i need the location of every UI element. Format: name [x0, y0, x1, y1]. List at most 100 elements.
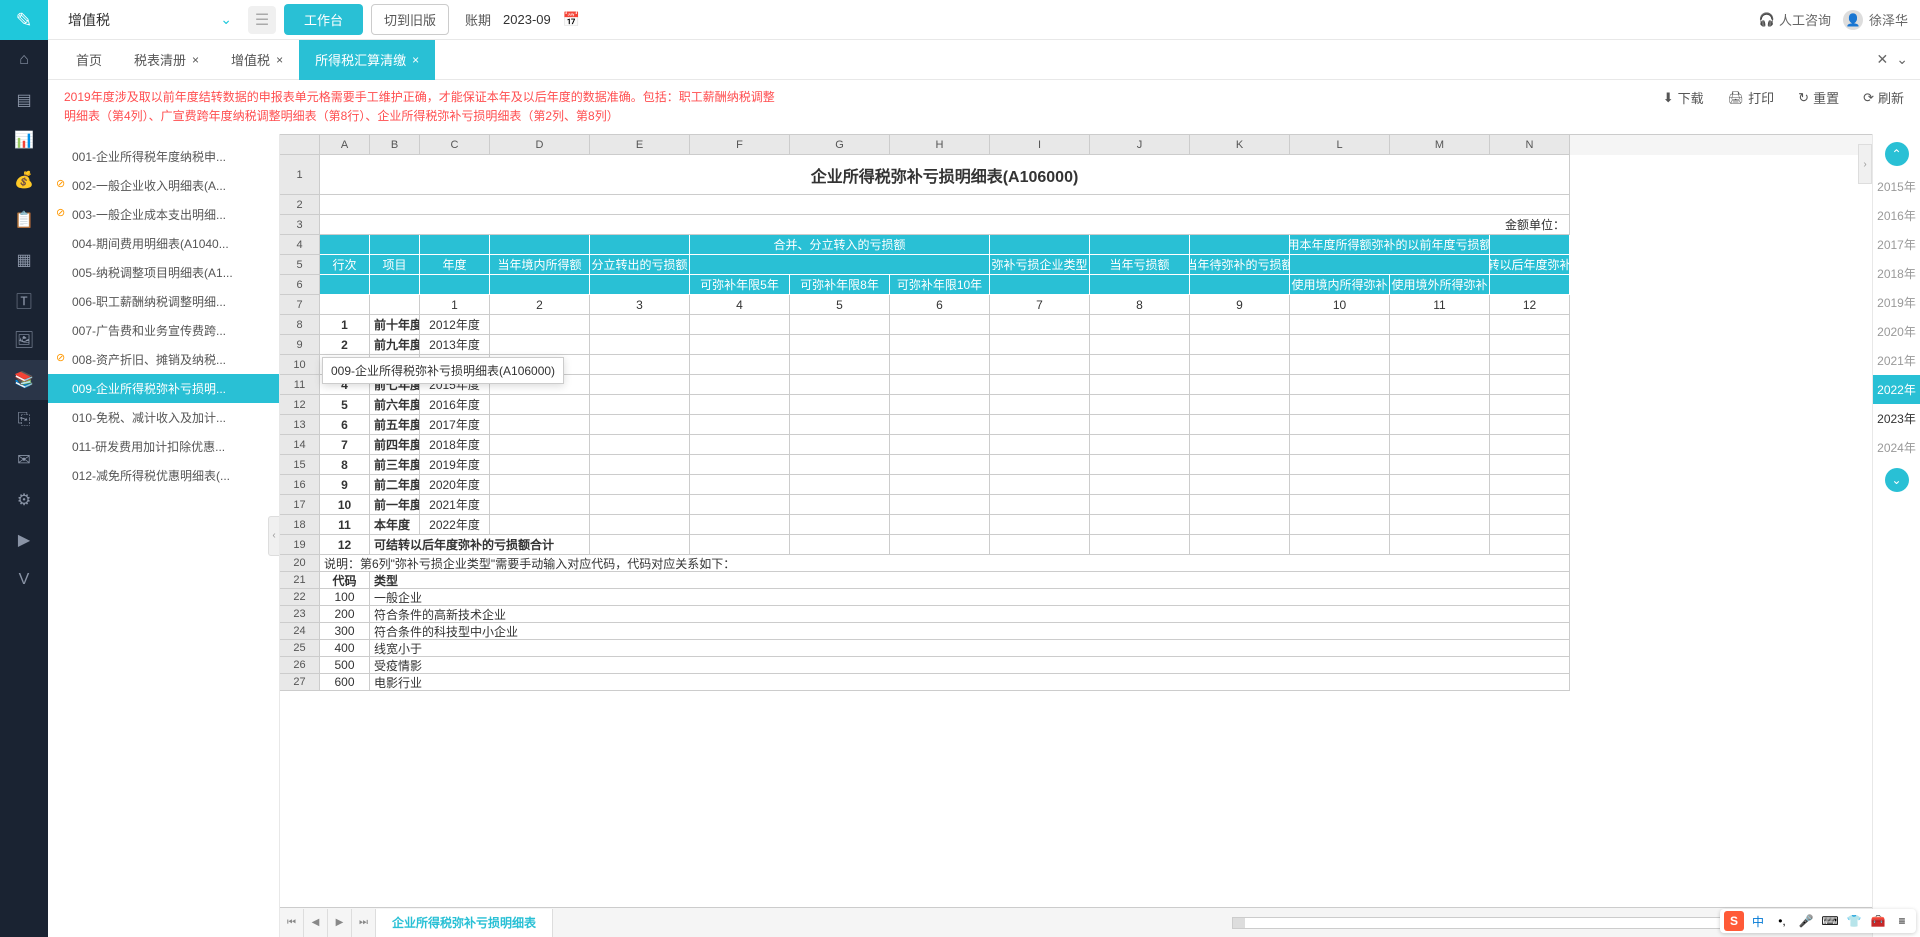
row-header-18[interactable]: 18	[280, 515, 320, 535]
form-item-5[interactable]: 006-职工薪酬纳税调整明细...	[48, 287, 279, 316]
refresh-button[interactable]: ⟳刷新	[1863, 88, 1904, 107]
sheet-nav-first[interactable]: ⏮	[280, 909, 304, 937]
tab-close-icon[interactable]: ×	[412, 53, 419, 67]
form-item-1[interactable]: 002-一般企业收入明细表(A...	[48, 171, 279, 200]
unit-label[interactable]: 金额单位：	[320, 215, 1570, 235]
ime-mic-icon[interactable]: 🎤	[1796, 911, 1816, 931]
tab-close-icon[interactable]: ×	[276, 53, 283, 67]
col-header-K[interactable]: K	[1190, 135, 1290, 155]
row-header-19[interactable]: 19	[280, 535, 320, 555]
form-item-6[interactable]: 007-广告费和业务宣传费跨...	[48, 316, 279, 345]
nav-settings-icon[interactable]: ⚙	[0, 480, 48, 520]
row-header-12[interactable]: 12	[280, 395, 320, 415]
nav-home-icon[interactable]: ⌂	[0, 40, 48, 80]
switch-old-button[interactable]: 切到旧版	[371, 4, 449, 35]
nav-money-icon[interactable]: 💰	[0, 160, 48, 200]
download-button[interactable]: ⬇下载	[1663, 88, 1704, 107]
year-2022年[interactable]: 2022年	[1873, 375, 1920, 404]
form-item-9[interactable]: 010-免税、减计收入及加计...	[48, 403, 279, 432]
col-header-M[interactable]: M	[1390, 135, 1490, 155]
nav-doc-icon[interactable]: ▤	[0, 80, 48, 120]
row-header-21[interactable]: 21	[280, 572, 320, 589]
ime-s-icon[interactable]: S	[1724, 911, 1744, 931]
row-header-3[interactable]: 3	[280, 215, 320, 235]
row-header-23[interactable]: 23	[280, 606, 320, 623]
tab-1[interactable]: 税表清册×	[118, 40, 215, 80]
row-header-4[interactable]: 4	[280, 235, 320, 255]
ime-menu-icon[interactable]: ≡	[1892, 911, 1912, 931]
row-header-9[interactable]: 9	[280, 335, 320, 355]
ime-toolbox-icon[interactable]: 🧰	[1868, 911, 1888, 931]
col-header-B[interactable]: B	[370, 135, 420, 155]
year-scroll-down[interactable]: ⌄	[1885, 468, 1909, 492]
app-logo[interactable]: ✎	[0, 0, 48, 40]
row-header-25[interactable]: 25	[280, 640, 320, 657]
nav-image-icon[interactable]: 🖼	[0, 320, 48, 360]
col-header-E[interactable]: E	[590, 135, 690, 155]
ime-toolbar[interactable]: S 中 •, 🎤 ⌨ 👕 🧰 ≡	[1720, 909, 1916, 933]
form-item-8[interactable]: 009-企业所得税弥补亏损明...	[48, 374, 279, 403]
calendar-icon[interactable]: 📅	[563, 11, 580, 28]
year-2017年[interactable]: 2017年	[1873, 230, 1920, 259]
col-header-I[interactable]: I	[990, 135, 1090, 155]
tax-type-dropdown[interactable]: 增值税 ⌄	[60, 10, 240, 30]
support-link[interactable]: 🎧 人工咨询	[1759, 10, 1831, 29]
ime-skin-icon[interactable]: 👕	[1844, 911, 1864, 931]
collapse-sidebar-handle[interactable]: ‹	[268, 516, 280, 556]
year-2016年[interactable]: 2016年	[1873, 201, 1920, 230]
year-2018年[interactable]: 2018年	[1873, 259, 1920, 288]
col-header-N[interactable]: N	[1490, 135, 1570, 155]
form-item-0[interactable]: 001-企业所得税年度纳税申...	[48, 142, 279, 171]
year-2020年[interactable]: 2020年	[1873, 317, 1920, 346]
nav-form-icon[interactable]: 🅃	[0, 280, 48, 320]
user-menu[interactable]: 👤 徐泽华	[1843, 10, 1908, 30]
workspace-button[interactable]: 工作台	[284, 4, 363, 35]
row-header-7[interactable]: 7	[280, 295, 320, 315]
col-header-F[interactable]: F	[690, 135, 790, 155]
nav-chart-icon[interactable]: 📊	[0, 120, 48, 160]
ime-lang[interactable]: 中	[1748, 911, 1768, 931]
form-item-3[interactable]: 004-期间费用明细表(A1040...	[48, 229, 279, 258]
row-header-17[interactable]: 17	[280, 495, 320, 515]
row-header-26[interactable]: 26	[280, 657, 320, 674]
form-item-11[interactable]: 012-减免所得税优惠明细表(...	[48, 461, 279, 490]
ime-keyboard-icon[interactable]: ⌨	[1820, 911, 1840, 931]
nav-v-icon[interactable]: V	[0, 560, 48, 600]
tab-close-icon[interactable]: ×	[192, 53, 199, 67]
tab-0[interactable]: 首页	[60, 40, 118, 80]
row-header-10[interactable]: 10	[280, 355, 320, 375]
col-header-H[interactable]: H	[890, 135, 990, 155]
year-2024年[interactable]: 2024年	[1873, 433, 1920, 462]
nav-mail-icon[interactable]: ✉	[0, 440, 48, 480]
col-header-J[interactable]: J	[1090, 135, 1190, 155]
row-header-24[interactable]: 24	[280, 623, 320, 640]
sheet-nav-last[interactable]: ⏭	[352, 909, 376, 937]
nav-clipboard-icon[interactable]: 📋	[0, 200, 48, 240]
form-item-2[interactable]: 003-一般企业成本支出明细...	[48, 200, 279, 229]
col-header-A[interactable]: A	[320, 135, 370, 155]
expand-right-handle[interactable]: ›	[1858, 144, 1872, 184]
col-header-D[interactable]: D	[490, 135, 590, 155]
form-item-7[interactable]: 008-资产折旧、摊销及纳税...	[48, 345, 279, 374]
row-header-22[interactable]: 22	[280, 589, 320, 606]
tab-2[interactable]: 增值税×	[215, 40, 299, 80]
row-header-5[interactable]: 5	[280, 255, 320, 275]
row-header-16[interactable]: 16	[280, 475, 320, 495]
sheet-nav-prev[interactable]: ◀	[304, 909, 328, 937]
row-header-6[interactable]: 6	[280, 275, 320, 295]
col-header-G[interactable]: G	[790, 135, 890, 155]
tabs-menu-icon[interactable]: ⌄	[1896, 51, 1908, 68]
year-scroll-up[interactable]: ⌃	[1885, 142, 1909, 166]
row-header-13[interactable]: 13	[280, 415, 320, 435]
sheet-title[interactable]: 企业所得税弥补亏损明细表(A106000)	[320, 155, 1570, 195]
row-header-15[interactable]: 15	[280, 455, 320, 475]
row-header-20[interactable]: 20	[280, 555, 320, 572]
year-2019年[interactable]: 2019年	[1873, 288, 1920, 317]
row-header-27[interactable]: 27	[280, 674, 320, 691]
tab-3[interactable]: 所得税汇算清缴×	[299, 40, 435, 80]
year-2023年[interactable]: 2023年	[1873, 404, 1920, 433]
sheet-nav-next[interactable]: ▶	[328, 909, 352, 937]
form-item-10[interactable]: 011-研发费用加计扣除优惠...	[48, 432, 279, 461]
year-2015年[interactable]: 2015年	[1873, 172, 1920, 201]
col-header-C[interactable]: C	[420, 135, 490, 155]
